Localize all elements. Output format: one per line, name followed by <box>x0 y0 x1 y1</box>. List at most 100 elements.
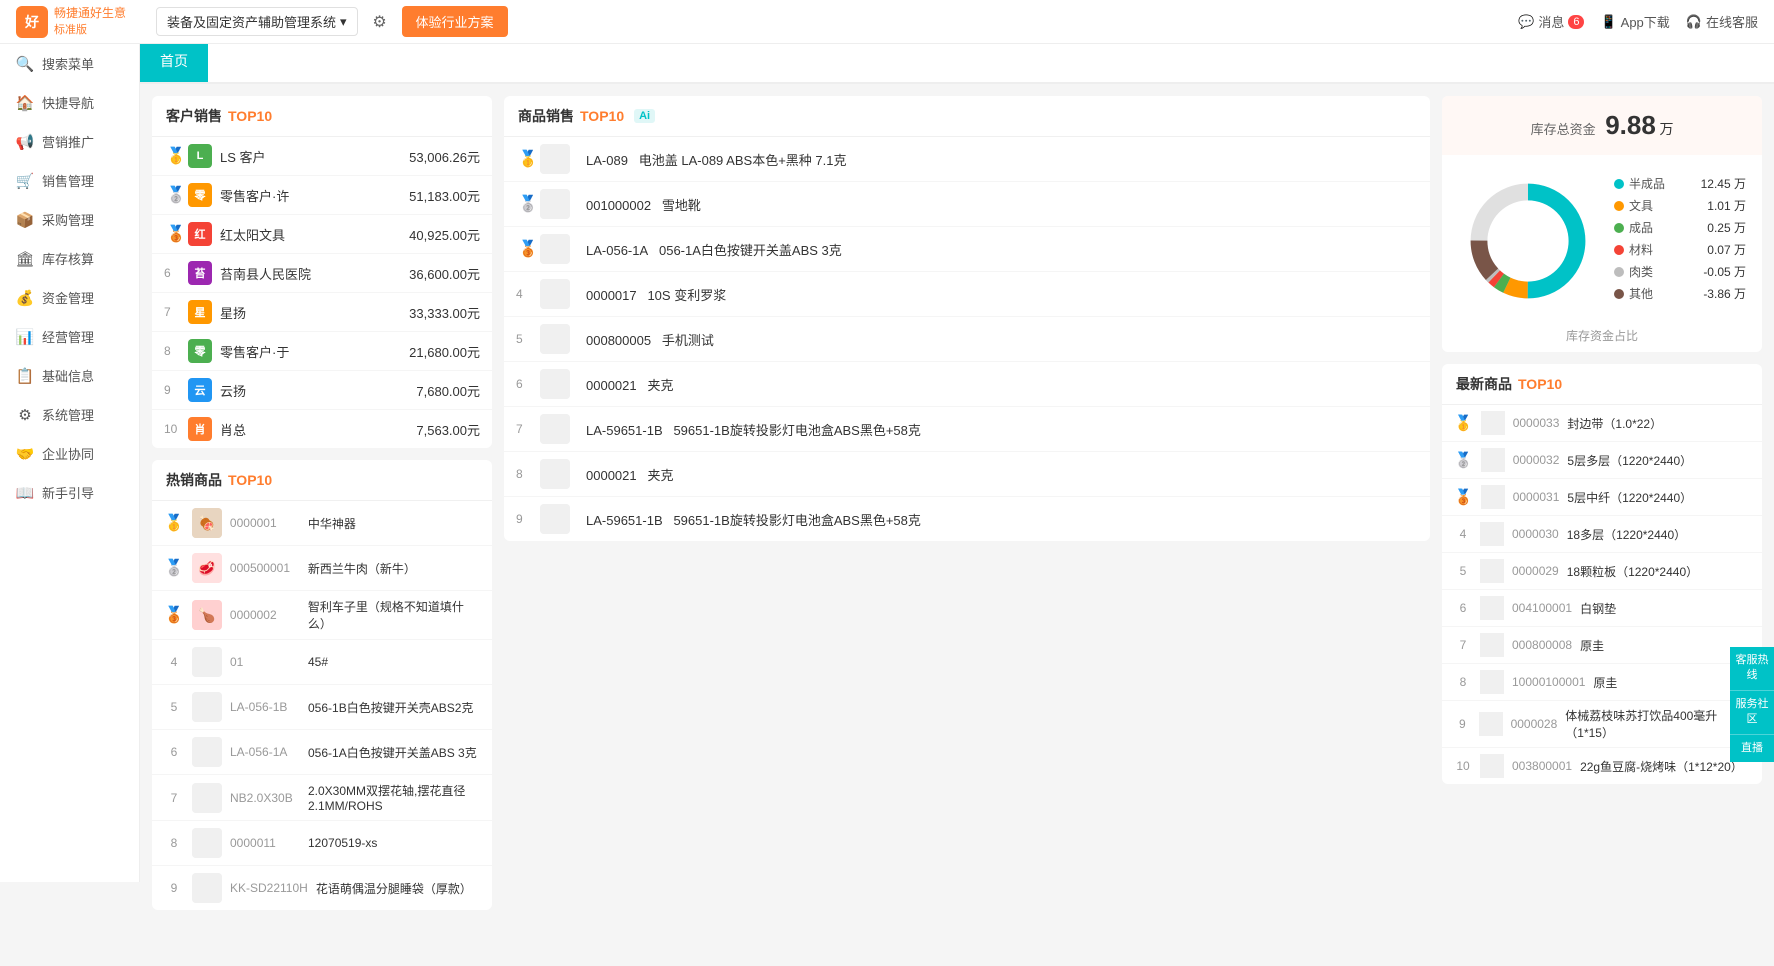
system-select[interactable]: 装备及固定资产辅助管理系统 ▾ <box>156 7 358 36</box>
trial-button[interactable]: 体验行业方案 <box>402 6 508 37</box>
list-item: 🥉 0000031 5层中纤（1220*2440） <box>1442 479 1762 516</box>
inventory-panel: 库存总资金 9.88 万 <box>1442 96 1762 352</box>
customer-name: 红太阳文具 <box>212 225 409 244</box>
product-thumbnail <box>192 828 222 858</box>
product-thumbnail <box>192 647 222 677</box>
sidebar-item-operations[interactable]: 📊 经营管理 <box>0 317 139 356</box>
product-name: 原圭 <box>1593 674 1617 691</box>
product-code-name: 0000021 夹克 <box>578 375 1418 394</box>
sidebar-item-guide[interactable]: 📖 新手引导 <box>0 473 139 512</box>
sidebar-item-inventory[interactable]: 🏛 库存核算 <box>0 239 139 278</box>
list-item: 🥇 🍖 0000001 中华神器 <box>152 501 492 546</box>
customer-badge: 苔 <box>188 261 212 285</box>
inventory-unit: 万 <box>1659 121 1673 137</box>
sidebar-item-finance[interactable]: 💰 资金管理 <box>0 278 139 317</box>
rank-number: 6 <box>1454 601 1472 615</box>
product-thumbnail <box>192 692 222 722</box>
hot-top10-label: TOP10 <box>228 472 272 488</box>
product-name: 新西兰牛肉（新牛） <box>308 560 480 577</box>
sidebar-label-finance: 资金管理 <box>42 288 94 307</box>
rank-number: 7 <box>516 422 536 436</box>
marketing-icon: 📢 <box>16 133 34 151</box>
sidebar-item-search[interactable]: 🔍 搜索菜单 <box>0 44 139 83</box>
sidebar-item-enterprise[interactable]: 🤝 企业协同 <box>0 434 139 473</box>
product-sales-header: 商品销售 TOP10 Ai <box>504 96 1430 137</box>
inventory-caption: 库存资金占比 <box>1442 327 1762 352</box>
product-name: 原圭 <box>1580 637 1604 654</box>
product-thumbnail <box>1481 448 1505 472</box>
customer-name: 星扬 <box>212 303 409 322</box>
product-name: 056-1B白色按键开关壳ABS2克 <box>308 699 480 716</box>
legend-name: 半成品 <box>1629 175 1701 192</box>
product-thumbnail <box>540 189 570 219</box>
live-stream-button[interactable]: 直播 <box>1730 735 1774 762</box>
product-code: 0000029 <box>1512 564 1559 578</box>
app-download-button[interactable]: 📱 App下载 <box>1600 12 1669 31</box>
medal-icon: 🥇 <box>164 146 188 166</box>
table-row: 6 苔 苔南县人民医院 36,600.00元 <box>152 254 492 293</box>
medal-icon: 🥉 <box>164 605 184 625</box>
customer-badge: 肖 <box>188 417 212 441</box>
legend-name: 材料 <box>1629 241 1707 258</box>
sales-icon: 🛒 <box>16 172 34 190</box>
customer-amount: 40,925.00元 <box>409 225 480 244</box>
product-thumbnail <box>1480 559 1504 583</box>
customer-ranking-header: 客户销售 TOP10 <box>152 96 492 137</box>
product-thumbnail <box>540 369 570 399</box>
customer-amount: 53,006.26元 <box>409 147 480 166</box>
medal-icon: 🥇 <box>516 149 540 169</box>
product-thumbnail <box>1480 596 1504 620</box>
product-thumbnail <box>540 459 570 489</box>
table-row: 5 000800005 手机测试 <box>504 317 1430 362</box>
main-content: 客户销售 TOP10 🥇 L LS 客户 53,006.26元 🥈 零 零售客户… <box>140 84 1774 922</box>
sidebar-label-inventory: 库存核算 <box>42 249 94 268</box>
customer-top10-label: TOP10 <box>228 108 272 124</box>
settings-icon[interactable]: ⚙ <box>366 8 394 36</box>
rank-number: 7 <box>1454 638 1472 652</box>
sidebar-item-quick-nav[interactable]: 🏠 快捷导航 <box>0 83 139 122</box>
product-code: LA-056-1B <box>230 700 300 714</box>
product-thumbnail <box>1480 633 1504 657</box>
product-thumbnail <box>1480 670 1504 694</box>
table-row: 4 0000017 10S 变利罗浆 <box>504 272 1430 317</box>
legend-name: 成品 <box>1629 219 1707 236</box>
message-badge: 6 <box>1568 15 1584 29</box>
logo-text: 畅捷通好生意 <box>54 6 126 22</box>
hot-products-list: 🥇 🍖 0000001 中华神器 🥈 🥩 000500001 新西兰牛肉（新牛） <box>152 501 492 910</box>
customer-service-hotline-button[interactable]: 客服热线 <box>1730 647 1774 691</box>
left-column: 客户销售 TOP10 🥇 L LS 客户 53,006.26元 🥈 零 零售客户… <box>152 96 492 910</box>
table-row: 🥈 零 零售客户·许 51,183.00元 <box>152 176 492 215</box>
customer-amount: 21,680.00元 <box>409 342 480 361</box>
chevron-down-icon: ▾ <box>340 14 347 30</box>
sidebar-item-purchase[interactable]: 📦 采购管理 <box>0 200 139 239</box>
rank-number: 9 <box>1454 717 1471 731</box>
sidebar-label-basic-info: 基础信息 <box>42 366 94 385</box>
app-download-label: App下载 <box>1621 12 1670 31</box>
product-thumbnail <box>540 279 570 309</box>
rank-number: 9 <box>516 512 536 526</box>
product-code: 000500001 <box>230 561 300 575</box>
sidebar-item-basic-info[interactable]: 📋 基础信息 <box>0 356 139 395</box>
legend-name: 肉类 <box>1629 263 1703 280</box>
table-row: 8 0000021 夹克 <box>504 452 1430 497</box>
hot-products-panel: 热销商品 TOP10 🥇 🍖 0000001 中华神器 🥈 🥩 <box>152 460 492 910</box>
tab-home[interactable]: 首页 <box>140 43 208 82</box>
customer-badge: 红 <box>188 222 212 246</box>
product-thumbnail <box>540 324 570 354</box>
service-community-button[interactable]: 服务社区 <box>1730 691 1774 735</box>
online-service-button[interactable]: 🎧 在线客服 <box>1686 12 1758 31</box>
inventory-legend: 半成品 12.45 万 文具 1.01 万 成品 0.25 万 <box>1614 175 1746 307</box>
product-name: 5层中纤（1220*2440） <box>1567 489 1692 506</box>
sidebar-label-search: 搜索菜单 <box>42 54 94 73</box>
sidebar-item-marketing[interactable]: 📢 营销推广 <box>0 122 139 161</box>
sidebar-item-system[interactable]: ⚙ 系统管理 <box>0 395 139 434</box>
legend-item: 肉类 -0.05 万 <box>1614 263 1746 280</box>
customer-name: 苔南县人民医院 <box>212 264 409 283</box>
message-button[interactable]: 💬 消息 6 <box>1518 12 1584 31</box>
legend-item: 成品 0.25 万 <box>1614 219 1746 236</box>
list-item: 8 0000011 12070519-xs <box>152 821 492 866</box>
sidebar-item-sales[interactable]: 🛒 销售管理 <box>0 161 139 200</box>
customer-badge: 云 <box>188 378 212 402</box>
message-icon: 💬 <box>1518 14 1534 30</box>
product-thumbnail <box>540 504 570 534</box>
